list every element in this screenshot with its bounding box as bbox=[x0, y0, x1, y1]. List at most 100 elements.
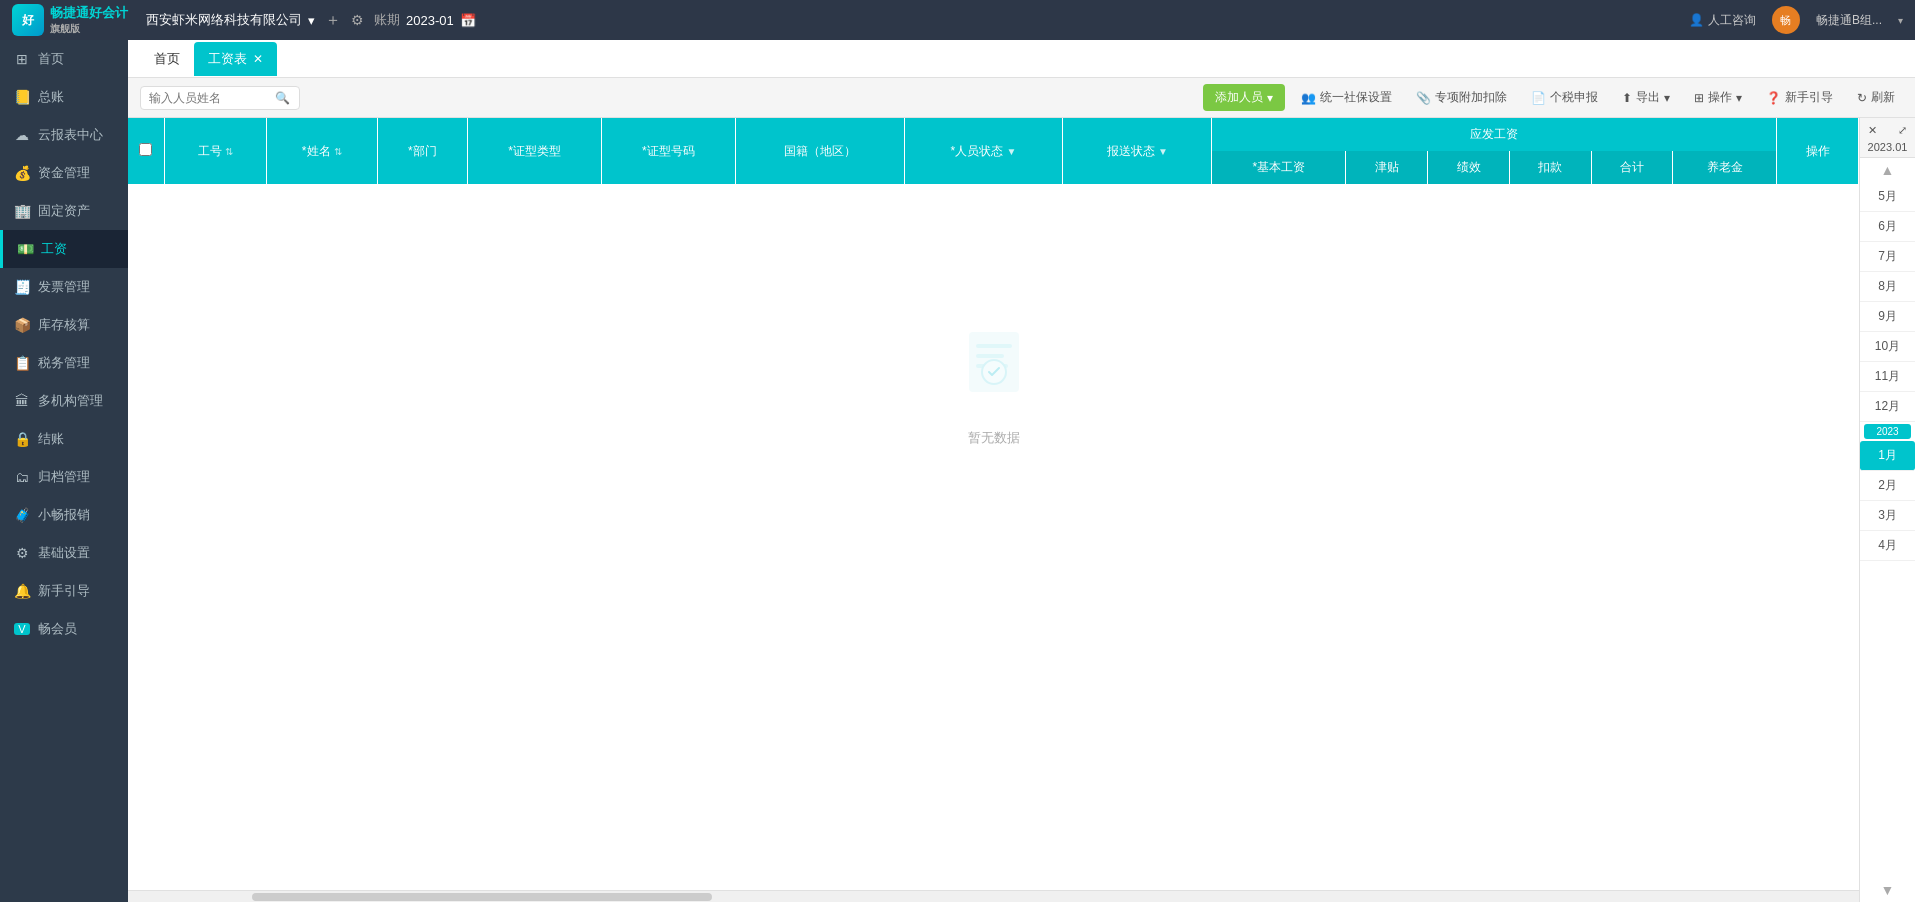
sidebar-item-vip[interactable]: V 畅会员 bbox=[0, 610, 128, 648]
sidebar-item-multi-org[interactable]: 🏛 多机构管理 bbox=[0, 382, 128, 420]
month-6[interactable]: 6月 bbox=[1860, 212, 1915, 242]
right-panel-controls: ✕ ⤢ bbox=[1864, 122, 1911, 139]
tab-salary-table[interactable]: 工资表 ✕ bbox=[194, 42, 277, 76]
invoice-icon: 🧾 bbox=[14, 279, 30, 295]
period-label: 账期 bbox=[374, 11, 400, 29]
tab-close-icon[interactable]: ✕ bbox=[253, 52, 263, 66]
sidebar-item-close-account[interactable]: 🔒 结账 bbox=[0, 420, 128, 458]
social-security-btn[interactable]: 👥 统一社保设置 bbox=[1293, 85, 1400, 110]
header-right: 👤 人工咨询 畅 畅捷通B组... ▾ bbox=[1689, 6, 1903, 34]
sidebar-item-expense[interactable]: 🧳 小畅报销 bbox=[0, 496, 128, 534]
tab-home[interactable]: 首页 bbox=[140, 42, 194, 76]
sidebar-item-settings[interactable]: ⚙ 基础设置 bbox=[0, 534, 128, 572]
month-9[interactable]: 9月 bbox=[1860, 302, 1915, 332]
special-deduction-btn[interactable]: 📎 专项附加扣除 bbox=[1408, 85, 1515, 110]
month-7[interactable]: 7月 bbox=[1860, 242, 1915, 272]
export-icon: ⬆ bbox=[1622, 91, 1632, 105]
sidebar-item-label: 税务管理 bbox=[38, 354, 90, 372]
user-menu-chevron[interactable]: ▾ bbox=[1898, 15, 1903, 26]
sidebar-item-ledger[interactable]: 📒 总账 bbox=[0, 78, 128, 116]
month-8[interactable]: 8月 bbox=[1860, 272, 1915, 302]
operate-dropdown-icon: ▾ bbox=[1736, 91, 1742, 105]
next-year-btn[interactable]: ▼ bbox=[1877, 878, 1899, 902]
sidebar-item-home[interactable]: ⊞ 首页 bbox=[0, 40, 128, 78]
export-btn[interactable]: ⬆ 导出 ▾ bbox=[1614, 85, 1678, 110]
app-title: 畅捷通好会计 bbox=[50, 4, 128, 22]
sidebar: ⊞ 首页 📒 总账 ☁ 云报表中心 💰 资金管理 🏢 固定资产 💵 工资 bbox=[0, 40, 128, 902]
inventory-icon: 📦 bbox=[14, 317, 30, 333]
period-value: 2023-01 bbox=[406, 13, 454, 28]
ledger-icon: 📒 bbox=[14, 89, 30, 105]
sidebar-item-label: 固定资产 bbox=[38, 202, 90, 220]
header-plus-btn[interactable]: ＋ bbox=[325, 10, 341, 31]
empty-state: 暂无数据 bbox=[128, 184, 1859, 584]
period-selector[interactable]: 账期 2023-01 📅 bbox=[374, 11, 476, 29]
panel-expand-btn[interactable]: ⤢ bbox=[1894, 122, 1911, 139]
submit-filter-icon[interactable]: ▼ bbox=[1158, 146, 1168, 157]
sort-icon[interactable]: ⇅ bbox=[225, 146, 233, 157]
sidebar-item-label: 首页 bbox=[38, 50, 64, 68]
service-btn[interactable]: 👤 人工咨询 bbox=[1689, 12, 1756, 29]
salary-icon: 💵 bbox=[17, 241, 33, 257]
right-panel-header: ✕ ⤢ 2023.01 bbox=[1860, 118, 1915, 158]
sort-icon[interactable]: ⇅ bbox=[334, 146, 342, 157]
sidebar-item-label: 云报表中心 bbox=[38, 126, 103, 144]
guide-btn[interactable]: ❓ 新手引导 bbox=[1758, 85, 1841, 110]
user-avatar[interactable]: 畅 bbox=[1772, 6, 1800, 34]
month-5[interactable]: 5月 bbox=[1860, 182, 1915, 212]
sidebar-item-label: 库存核算 bbox=[38, 316, 90, 334]
panel-close-btn[interactable]: ✕ bbox=[1864, 122, 1881, 139]
panel-current-date: 2023.01 bbox=[1868, 141, 1908, 153]
sidebar-item-archive[interactable]: 🗂 归档管理 bbox=[0, 458, 128, 496]
sidebar-item-cloud-report[interactable]: ☁ 云报表中心 bbox=[0, 116, 128, 154]
sidebar-item-label: 总账 bbox=[38, 88, 64, 106]
content-area: 首页 工资表 ✕ 🔍 添加人员 ▾ 👥 bbox=[128, 40, 1915, 902]
select-all-checkbox[interactable] bbox=[139, 143, 152, 156]
main-content: 工号 ⇅ *姓名 ⇅ *部门 *证型类型 *证型号码 bbox=[128, 118, 1859, 902]
status-filter-icon[interactable]: ▼ bbox=[1006, 146, 1016, 157]
export-label: 导出 bbox=[1636, 89, 1660, 106]
org-icon: 🏛 bbox=[14, 393, 30, 409]
refresh-btn[interactable]: ↻ 刷新 bbox=[1849, 85, 1903, 110]
toolbar: 🔍 添加人员 ▾ 👥 统一社保设置 📎 专项附加扣除 📄 个 bbox=[128, 78, 1915, 118]
operate-label: 操作 bbox=[1708, 89, 1732, 106]
month-1[interactable]: 1月 bbox=[1860, 441, 1915, 471]
sidebar-item-guide[interactable]: 🔔 新手引导 bbox=[0, 572, 128, 610]
col-allowance: 津贴 bbox=[1346, 151, 1428, 184]
scrollbar-thumb[interactable] bbox=[252, 893, 712, 901]
operate-btn[interactable]: ⊞ 操作 ▾ bbox=[1686, 85, 1750, 110]
search-box[interactable]: 🔍 bbox=[140, 86, 300, 110]
deduction-label: 专项附加扣除 bbox=[1435, 89, 1507, 106]
month-11[interactable]: 11月 bbox=[1860, 362, 1915, 392]
fund-icon: 💰 bbox=[14, 165, 30, 181]
year-badge-2023: 2023 bbox=[1864, 424, 1911, 439]
month-2[interactable]: 2月 bbox=[1860, 471, 1915, 501]
sidebar-item-label: 结账 bbox=[38, 430, 64, 448]
header-settings-icon[interactable]: ⚙ bbox=[351, 12, 364, 28]
sidebar-item-fund[interactable]: 💰 资金管理 bbox=[0, 154, 128, 192]
sidebar-item-tax[interactable]: 📋 税务管理 bbox=[0, 344, 128, 382]
month-4[interactable]: 4月 bbox=[1860, 531, 1915, 561]
sidebar-item-invoice[interactable]: 🧾 发票管理 bbox=[0, 268, 128, 306]
social-security-icon: 👥 bbox=[1301, 91, 1316, 105]
month-12[interactable]: 12月 bbox=[1860, 392, 1915, 422]
company-selector[interactable]: 西安虾米网络科技有限公司 ▾ bbox=[146, 11, 315, 29]
sidebar-item-fixed-assets[interactable]: 🏢 固定资产 bbox=[0, 192, 128, 230]
sidebar-item-inventory[interactable]: 📦 库存核算 bbox=[0, 306, 128, 344]
search-input[interactable] bbox=[149, 91, 269, 105]
month-3[interactable]: 3月 bbox=[1860, 501, 1915, 531]
col-id-number: *证型号码 bbox=[602, 118, 736, 184]
sidebar-item-label: 发票管理 bbox=[38, 278, 90, 296]
col-base-salary: *基本工资 bbox=[1212, 151, 1346, 184]
company-dropdown-icon[interactable]: ▾ bbox=[308, 13, 315, 28]
deduction-icon: 📎 bbox=[1416, 91, 1431, 105]
horizontal-scrollbar[interactable] bbox=[128, 890, 1859, 902]
add-person-btn[interactable]: 添加人员 ▾ bbox=[1203, 84, 1285, 111]
archive-icon: 🗂 bbox=[14, 469, 30, 485]
period-calendar-icon[interactable]: 📅 bbox=[460, 13, 476, 28]
month-10[interactable]: 10月 bbox=[1860, 332, 1915, 362]
personal-tax-btn[interactable]: 📄 个税申报 bbox=[1523, 85, 1606, 110]
sidebar-item-salary[interactable]: 💵 工资 bbox=[0, 230, 128, 268]
prev-year-btn[interactable]: ▲ bbox=[1877, 158, 1899, 182]
assets-icon: 🏢 bbox=[14, 203, 30, 219]
